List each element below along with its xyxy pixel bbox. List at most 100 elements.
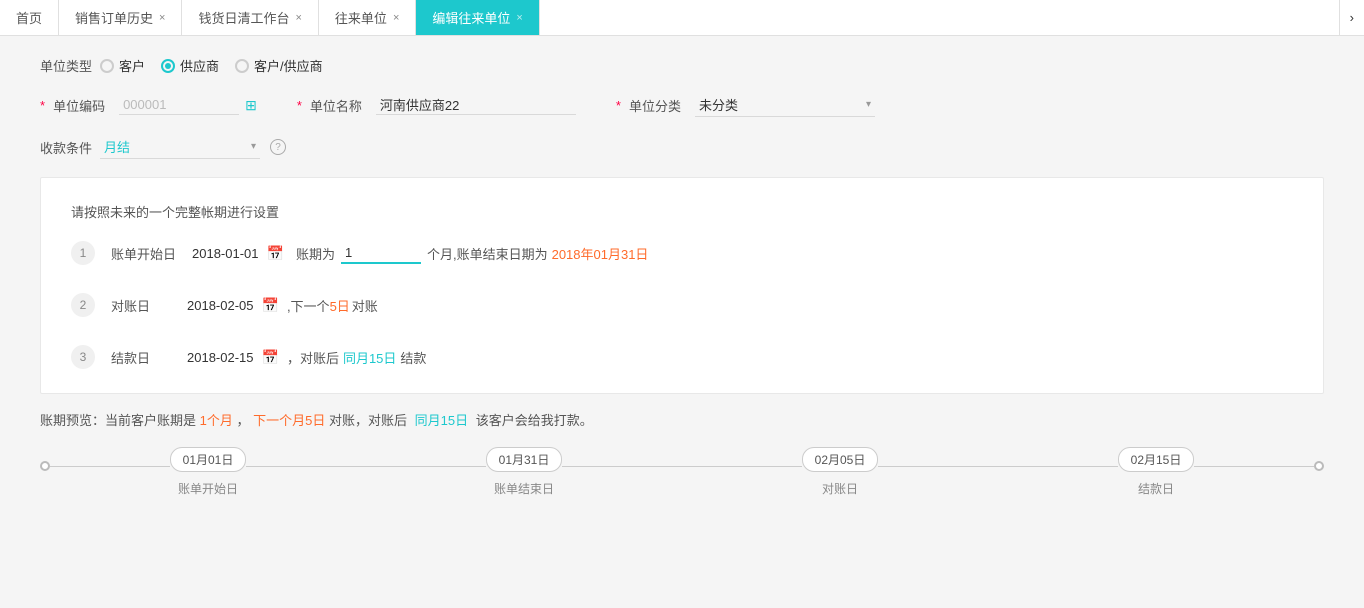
preview-sep-1: ，	[237, 413, 250, 428]
tl-line-5	[1194, 466, 1314, 467]
preview-highlight-2: 下一个月5日	[253, 413, 325, 428]
radio-circle-customer	[100, 59, 114, 73]
tab-cash-flow[interactable]: 钱货日清工作台 ×	[182, 0, 318, 35]
tl-line-1	[50, 466, 170, 467]
step-1-row: 1 账单开始日 2018-01-01 📅 账期为 个月,账单结束日期为 2018…	[71, 241, 1293, 265]
timeline: 01月01日 账单开始日 01月31日 账单结束日 02月05日 对账日 02月…	[40, 439, 1324, 505]
step-3-date: 2018-02-15	[187, 350, 254, 365]
unit-name-input[interactable]	[376, 95, 576, 115]
step-1-months-input[interactable]	[341, 243, 421, 264]
unit-type-label: 单位类型	[40, 56, 92, 75]
step-2-date: 2018-02-05	[187, 298, 254, 313]
step-2-highlight: 5日	[330, 296, 350, 315]
unit-code-group: * 单位编码 ⊞	[40, 95, 257, 115]
step-3-number: 3	[71, 345, 95, 369]
step-1-date: 2018-01-01	[192, 246, 259, 261]
tl-badge-4: 02月15日	[1118, 447, 1195, 472]
tl-label-2: 账单结束日	[494, 480, 554, 497]
tl-badge-3: 02月05日	[802, 447, 879, 472]
step-3-row: 3 结款日 2018-02-15 📅 ，对账后 同月15日 结款	[71, 345, 1293, 369]
step-3-highlight: 同月15日	[343, 348, 396, 367]
tl-label-1: 账单开始日	[178, 480, 238, 497]
unit-code-label: 单位编码	[53, 96, 105, 115]
tab-sales-order-history[interactable]: 销售订单历史 ×	[59, 0, 182, 35]
tl-end-dot-shape	[1314, 461, 1324, 471]
copy-icon[interactable]: ⊞	[245, 97, 257, 114]
unit-code-input[interactable]	[119, 95, 239, 115]
radio-customer[interactable]: 客户	[100, 56, 145, 75]
step-3-desc-2: 结款	[400, 348, 426, 367]
tl-line-2	[246, 466, 485, 467]
tab-edit-partner[interactable]: 编辑往来单位 ×	[416, 0, 539, 35]
tab-home[interactable]: 首页	[0, 0, 59, 35]
close-icon[interactable]: ×	[295, 12, 301, 24]
unit-code-required: *	[40, 98, 45, 113]
section-instruction: 请按照未来的一个完整帐期进行设置	[71, 202, 1293, 221]
payment-terms-select[interactable]: 月结 ▾	[100, 135, 260, 159]
tl-end-dot	[1314, 447, 1324, 471]
step-2-label: 对账日	[111, 296, 171, 315]
step-2-number: 2	[71, 293, 95, 317]
tl-node-1: 01月01日 账单开始日	[170, 447, 247, 497]
close-icon[interactable]: ×	[159, 12, 165, 24]
unit-category-required: *	[616, 98, 621, 113]
radio-circle-customer-supplier	[235, 59, 249, 73]
settings-section: 请按照未来的一个完整帐期进行设置 1 账单开始日 2018-01-01 📅 账期…	[40, 177, 1324, 394]
radio-label-customer: 客户	[119, 56, 145, 75]
step-1-calendar-icon[interactable]: 📅	[267, 245, 284, 262]
preview-highlight-3: 同月15日	[415, 413, 468, 428]
step-1-desc-prefix: 账期为	[296, 244, 335, 263]
unit-category-group: * 单位分类 未分类 ▾	[616, 93, 875, 117]
unit-details-row: * 单位编码 ⊞ * 单位名称 * 单位分类 未分类 ▾	[40, 93, 1324, 117]
tl-line-3	[562, 466, 801, 467]
unit-category-value: 未分类	[699, 95, 738, 114]
step-2-desc-1: ,下一个	[287, 296, 330, 315]
step-1-desc-suffix: 个月,账单结束日期为	[427, 244, 548, 263]
step-2-calendar-icon[interactable]: 📅	[262, 297, 279, 314]
unit-type-radio-group: 客户 供应商 客户/供应商	[100, 56, 323, 75]
tl-node-2: 01月31日 账单结束日	[486, 447, 563, 497]
tl-badge-2: 01月31日	[486, 447, 563, 472]
step-3-calendar-icon[interactable]: 📅	[262, 349, 279, 366]
preview-text-4: 该客户会给我打款。	[476, 413, 593, 428]
step-3-label: 结款日	[111, 348, 171, 367]
radio-circle-supplier	[161, 59, 175, 73]
step-3-desc-1: ，对账后	[287, 348, 339, 367]
chevron-down-icon: ▾	[866, 99, 871, 110]
tl-label-4: 结款日	[1138, 480, 1174, 497]
radio-customer-supplier[interactable]: 客户/供应商	[235, 56, 323, 75]
radio-label-supplier: 供应商	[180, 56, 219, 75]
close-icon[interactable]: ×	[393, 12, 399, 24]
preview-label: 账期预览：当前客户账期是	[40, 413, 196, 428]
unit-type-row: 单位类型 客户 供应商 客户/供应商	[40, 56, 1324, 75]
step-2-row: 2 对账日 2018-02-05 📅 ,下一个 5日 对账	[71, 293, 1293, 317]
radio-label-customer-supplier: 客户/供应商	[254, 56, 323, 75]
tl-line-4	[878, 466, 1117, 467]
tab-more-button[interactable]: ›	[1339, 0, 1364, 35]
radio-supplier[interactable]: 供应商	[161, 56, 219, 75]
tl-label-3: 对账日	[822, 480, 858, 497]
unit-name-group: * 单位名称	[297, 95, 576, 115]
unit-name-label: 单位名称	[310, 96, 362, 115]
close-icon[interactable]: ×	[516, 12, 522, 24]
payment-terms-value: 月结	[104, 137, 130, 156]
tl-node-4: 02月15日 结款日	[1118, 447, 1195, 497]
step-1-end-date: 2018年01月31日	[552, 244, 649, 263]
preview-area: 账期预览：当前客户账期是 1个月 ， 下一个月5日 对账，对账后 同月15日 该…	[40, 394, 1324, 439]
preview-text-3: 对账，对账后	[329, 413, 407, 428]
tl-dot	[40, 461, 50, 471]
tab-bar: 首页 销售订单历史 × 钱货日清工作台 × 往来单位 × 编辑往来单位 × ›	[0, 0, 1364, 36]
payment-terms-row: 收款条件 月结 ▾ ?	[40, 135, 1324, 159]
payment-terms-label: 收款条件	[40, 138, 92, 157]
help-icon[interactable]: ?	[270, 139, 286, 155]
step-1-label: 账单开始日	[111, 244, 176, 263]
step-2-desc-2: 对账	[352, 296, 378, 315]
tl-start-dot	[40, 447, 50, 471]
unit-name-required: *	[297, 98, 302, 113]
tab-partner-units[interactable]: 往来单位 ×	[319, 0, 416, 35]
preview-highlight-1: 1个月	[200, 413, 233, 428]
tl-badge-1: 01月01日	[170, 447, 247, 472]
chevron-right-icon: ›	[1350, 10, 1354, 25]
tl-node-3: 02月05日 对账日	[802, 447, 879, 497]
unit-category-select[interactable]: 未分类 ▾	[695, 93, 875, 117]
